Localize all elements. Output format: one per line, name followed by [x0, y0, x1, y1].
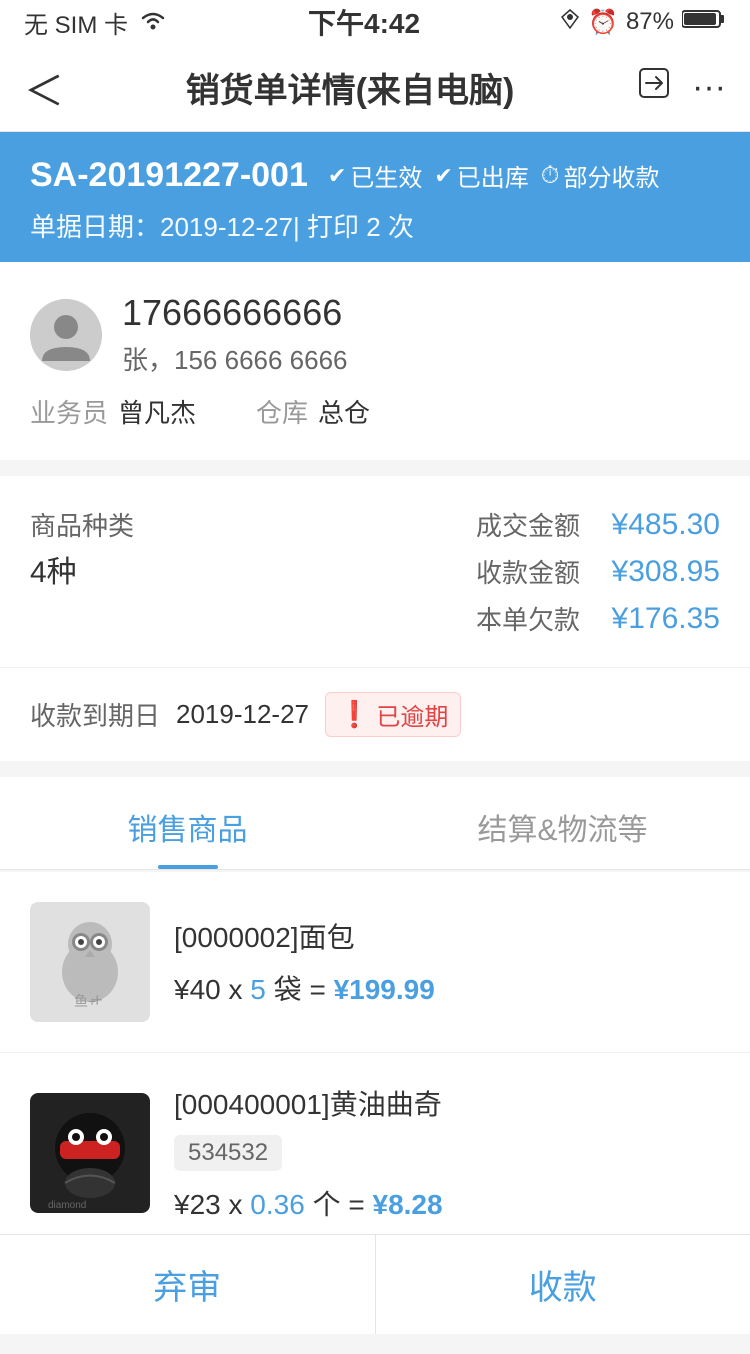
collected-label: 收款金额 — [476, 553, 580, 590]
page-title: 销货单详情(来自电脑) — [186, 63, 515, 112]
product-1-total: ¥199.99 — [334, 974, 435, 1005]
type-label: 商品种类 — [30, 506, 134, 543]
product-1-price: ¥40 x 5 袋 = ¥199.99 — [174, 968, 720, 1008]
badge-effective: ✔ 已生效 — [328, 158, 422, 193]
customer-info: 17666666666 张，156 6666 6666 — [122, 292, 348, 377]
banner-date: 单据日期：2019-12-27| 打印 2 次 — [30, 207, 720, 244]
amount-row: 成交金额 ¥485.30 — [476, 506, 720, 543]
list-item: + 鱼+ [0000002]面包 ¥40 x 5 袋 = ¥199.99 — [0, 872, 750, 1053]
customer-meta: 业务员 曾凡杰 仓库 总仓 — [30, 393, 720, 430]
clock-icon: ⏱ — [541, 162, 560, 190]
divider-1 — [0, 460, 750, 476]
overdue-icon: ❗ — [338, 699, 370, 730]
header-banner: SA-20191227-001 ✔ 已生效 ✔ 已出库 ⏱ 部分收款 单据日期：… — [0, 132, 750, 262]
list-item: diamond [000400001]黄油曲奇 534532 ¥23 x 0.3… — [0, 1053, 750, 1254]
overdue-badge: ❗ 已逾期 — [325, 692, 461, 737]
customer-name: 张，156 6666 6666 — [122, 340, 348, 377]
warehouse-value: 总仓 — [318, 393, 370, 430]
product-2-price: ¥23 x 0.36 个 = ¥8.28 — [174, 1183, 720, 1223]
owed-value: ¥176.35 — [600, 602, 720, 636]
amount-label: 成交金额 — [476, 506, 580, 543]
status-left: 无 SIM 卡 — [24, 5, 168, 40]
svg-text:鱼+: 鱼+ — [74, 993, 96, 1009]
due-label: 收款到期日 — [30, 696, 160, 733]
stats-left: 商品种类 4种 — [30, 506, 134, 591]
warehouse-meta: 仓库 总仓 — [256, 393, 370, 430]
products-section: + 鱼+ [0000002]面包 ¥40 x 5 袋 = ¥199.99 — [0, 872, 750, 1254]
badge-shipped: ✔ 已出库 — [434, 158, 528, 193]
due-date: 2019-12-27 — [176, 699, 309, 730]
owed-label: 本单欠款 — [476, 600, 580, 637]
check-icon-2: ✔ — [434, 163, 452, 189]
overdue-text: 已逾期 — [376, 697, 448, 732]
wifi-icon — [138, 8, 168, 37]
collected-value: ¥308.95 — [600, 555, 720, 589]
battery-text: 87% — [626, 8, 674, 36]
customer-section: 17666666666 张，156 6666 6666 业务员 曾凡杰 仓库 总… — [0, 262, 750, 460]
owed-row: 本单欠款 ¥176.35 — [476, 600, 720, 637]
product-1-qty: 5 — [250, 974, 266, 1005]
customer-row: 17666666666 张，156 6666 6666 — [30, 292, 720, 377]
order-id: SA-20191227-001 — [30, 156, 308, 195]
product-2-name: [000400001]黄油曲奇 — [174, 1083, 720, 1123]
nav-actions: ··· — [636, 65, 726, 110]
product-1-name: [0000002]面包 — [174, 916, 720, 956]
product-2-info: [000400001]黄油曲奇 534532 ¥23 x 0.36 个 = ¥8… — [174, 1083, 720, 1223]
type-value: 4种 — [30, 547, 134, 591]
avatar — [30, 299, 102, 371]
status-right: ⏰ 87% — [560, 8, 726, 37]
abandon-review-button[interactable]: 弃审 — [0, 1235, 376, 1334]
tab-settlement[interactable]: 结算&物流等 — [375, 777, 750, 869]
location-icon — [560, 8, 580, 37]
staff-label: 业务员 — [30, 393, 108, 430]
collect-payment-button[interactable]: 收款 — [376, 1235, 750, 1334]
bottom-bar: 弃审 收款 — [0, 1234, 750, 1334]
status-badges: ✔ 已生效 ✔ 已出库 ⏱ 部分收款 — [328, 158, 660, 193]
product-1-info: [0000002]面包 ¥40 x 5 袋 = ¥199.99 — [174, 916, 720, 1008]
back-button[interactable]: ＜ — [24, 59, 64, 117]
tab-sales-products[interactable]: 销售商品 — [0, 777, 375, 869]
collected-row: 收款金额 ¥308.95 — [476, 553, 720, 590]
stats-right: 成交金额 ¥485.30 收款金额 ¥308.95 本单欠款 ¥176.35 — [476, 506, 720, 637]
tabs: 销售商品 结算&物流等 — [0, 777, 750, 870]
product-2-total: ¥8.28 — [373, 1189, 443, 1220]
sim-status: 无 SIM 卡 — [24, 5, 128, 40]
share-icon[interactable] — [636, 65, 672, 110]
battery-icon — [682, 8, 726, 37]
more-icon[interactable]: ··· — [692, 68, 726, 107]
nav-bar: ＜ 销货单详情(来自电脑) ··· — [0, 44, 750, 132]
stats-section: 商品种类 4种 成交金额 ¥485.30 收款金额 ¥308.95 本单欠款 ¥… — [0, 476, 750, 667]
check-icon-1: ✔ — [328, 163, 346, 189]
product-1-thumbnail: + 鱼+ — [30, 902, 150, 1022]
status-time: 下午4:42 — [308, 2, 420, 42]
warehouse-label: 仓库 — [256, 393, 308, 430]
staff-value: 曾凡杰 — [118, 393, 196, 430]
badge-partial: ⏱ 部分收款 — [541, 158, 660, 193]
amount-value: ¥485.30 — [600, 508, 720, 542]
due-section: 收款到期日 2019-12-27 ❗ 已逾期 — [0, 667, 750, 761]
alarm-icon: ⏰ — [588, 8, 618, 37]
customer-phone: 17666666666 — [122, 292, 348, 334]
staff-meta: 业务员 曾凡杰 — [30, 393, 196, 430]
svg-text:diamond: diamond — [48, 1200, 86, 1211]
status-bar: 无 SIM 卡 下午4:42 ⏰ 87% — [0, 0, 750, 44]
product-2-thumbnail: diamond — [30, 1093, 150, 1213]
product-2-sku: 534532 — [174, 1135, 282, 1171]
product-2-qty: 0.36 — [250, 1189, 305, 1220]
